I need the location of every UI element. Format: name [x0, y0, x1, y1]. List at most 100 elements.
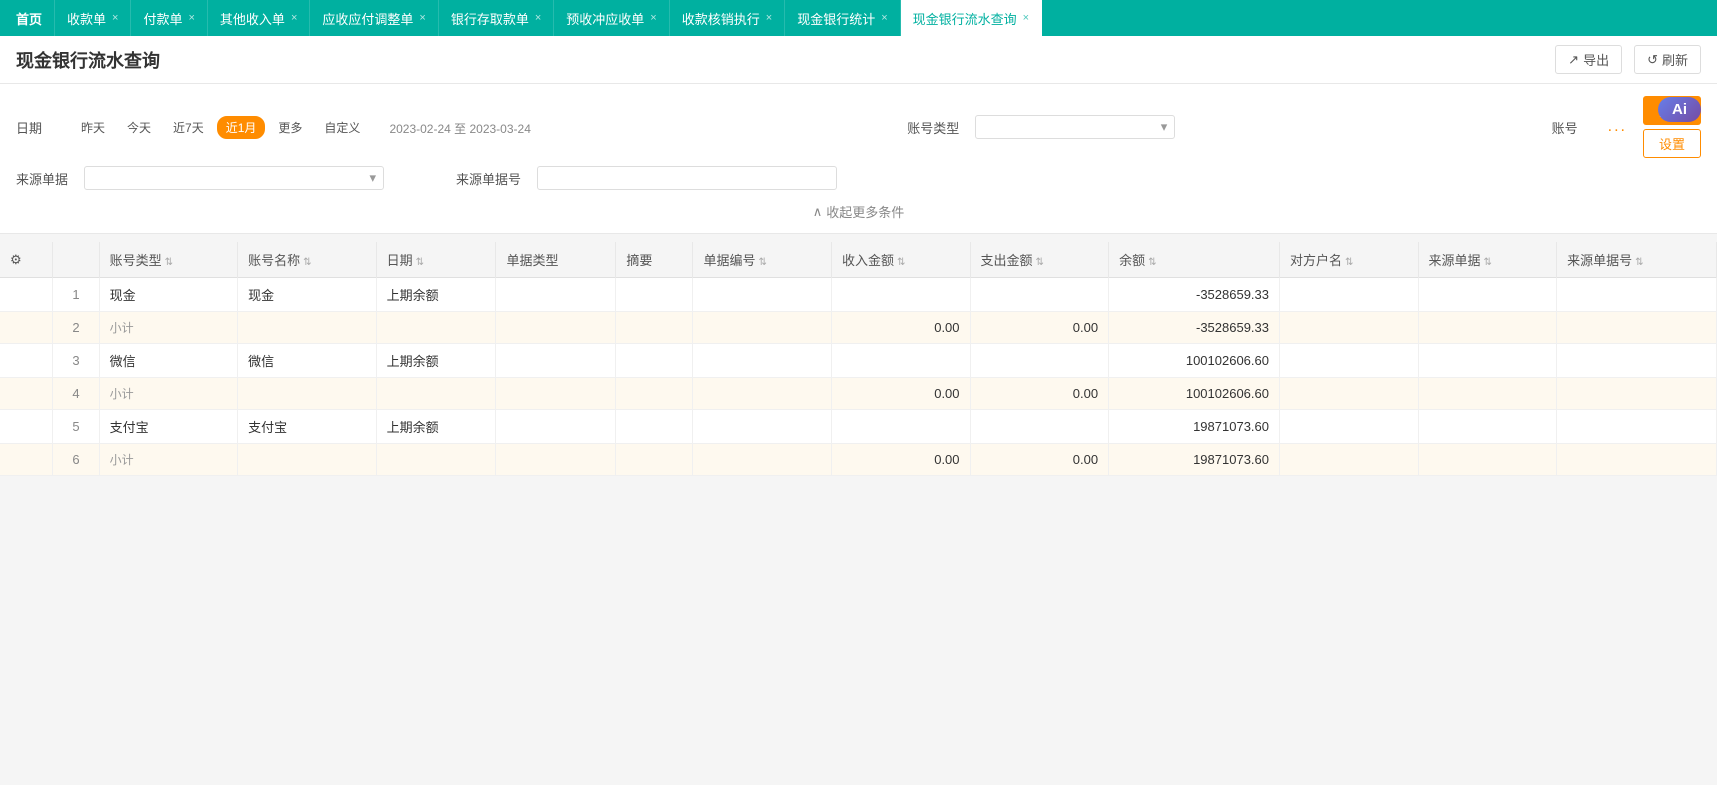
nav-close-other-income[interactable]: × — [291, 12, 297, 24]
date-btn-更多[interactable]: 更多 — [269, 116, 311, 139]
row-doc-no — [693, 312, 832, 344]
date-btn-近7天[interactable]: 近7天 — [164, 116, 213, 139]
nav-close-prepay-offset[interactable]: × — [650, 12, 656, 24]
row-balance: -3528659.33 — [1109, 312, 1280, 344]
row-source-doc — [1418, 312, 1557, 344]
col-expense[interactable]: 支出金额⇅ — [970, 242, 1109, 278]
sort-icon-doc_no: ⇅ — [758, 257, 766, 268]
table-row: 3微信微信上期余额100102606.60 — [0, 344, 1717, 378]
row-doc-no — [693, 344, 832, 378]
col-account_type[interactable]: 账号类型⇅ — [99, 242, 238, 278]
row-doc-no — [693, 278, 832, 312]
nav-close-ar-ap-adjust[interactable]: × — [419, 12, 425, 24]
row-account-name: 支付宝 — [238, 410, 377, 444]
filter-row-1: 日期 昨天今天近7天近1月更多自定义 2023-02-24 至 2023-03-… — [16, 96, 1701, 158]
account-type-select-wrap: 现金 微信 支付宝 — [975, 115, 1175, 139]
row-income: 0.00 — [832, 312, 971, 344]
row-doc-type — [496, 344, 616, 378]
nav-close-cash-bank-stat[interactable]: × — [881, 12, 887, 24]
row-source-doc — [1418, 378, 1557, 410]
col-source_doc_no[interactable]: 来源单据号⇅ — [1557, 242, 1717, 278]
row-doc-type — [496, 444, 616, 476]
date-btn-今天[interactable]: 今天 — [118, 116, 160, 139]
nav-item-bank-deposit[interactable]: 银行存取款单× — [439, 0, 554, 36]
row-counterparty — [1280, 344, 1419, 378]
sort-icon-income: ⇅ — [897, 257, 905, 268]
row-account-type: 微信 — [99, 344, 238, 378]
table-section: ⚙ 账号类型⇅账号名称⇅日期⇅单据类型摘要单据编号⇅收入金额⇅支出金额⇅余额⇅对方… — [0, 242, 1717, 476]
sort-icon-source_doc_no: ⇅ — [1635, 257, 1643, 268]
nav-item-cash-bank-stat[interactable]: 现金银行统计× — [785, 0, 900, 36]
source-doc-select[interactable] — [84, 166, 384, 190]
col-income[interactable]: 收入金额⇅ — [832, 242, 971, 278]
row-doc-type — [496, 378, 616, 410]
export-button[interactable]: ↗ 导出 — [1555, 45, 1622, 74]
row-date: 上期余额 — [376, 278, 496, 312]
account-dots-button[interactable]: ... — [1608, 118, 1627, 136]
row-source-doc-no — [1557, 278, 1717, 312]
row-expense — [970, 278, 1109, 312]
ai-badge[interactable]: Ai — [1658, 97, 1701, 122]
source-doc-no-input[interactable] — [537, 166, 837, 190]
refresh-button[interactable]: ↺ 刷新 — [1634, 45, 1701, 74]
collapse-button[interactable]: ∧ 收起更多条件 — [813, 202, 905, 221]
nav-close-receipt[interactable]: × — [112, 12, 118, 24]
col-account_name[interactable]: 账号名称⇅ — [238, 242, 377, 278]
col-index — [53, 242, 99, 278]
row-account-type: 支付宝 — [99, 410, 238, 444]
row-source-doc — [1418, 410, 1557, 444]
nav-item-payment[interactable]: 付款单× — [131, 0, 207, 36]
row-summary — [616, 344, 693, 378]
nav-item-receipt-verify[interactable]: 收款核销执行× — [670, 0, 785, 36]
source-doc-no-label: 来源单据号 — [456, 169, 521, 188]
filter-section: 日期 昨天今天近7天近1月更多自定义 2023-02-24 至 2023-03-… — [0, 84, 1717, 234]
account-type-select[interactable]: 现金 微信 支付宝 — [975, 115, 1175, 139]
row-doc-no — [693, 378, 832, 410]
col-counterparty[interactable]: 对方户名⇅ — [1280, 242, 1419, 278]
nav-item-ar-ap-adjust[interactable]: 应收应付调整单× — [310, 0, 438, 36]
row-source-doc-no — [1557, 410, 1717, 444]
row-income — [832, 344, 971, 378]
row-doc-type — [496, 410, 616, 444]
row-index: 3 — [53, 344, 99, 378]
nav-item-receipt[interactable]: 收款单× — [55, 0, 131, 36]
nav-close-cash-bank-flow[interactable]: × — [1023, 12, 1029, 24]
col-doc_no[interactable]: 单据编号⇅ — [693, 242, 832, 278]
col-balance[interactable]: 余额⇅ — [1109, 242, 1280, 278]
export-icon: ↗ — [1568, 52, 1579, 68]
nav-close-bank-deposit[interactable]: × — [535, 12, 541, 24]
nav-item-other-income[interactable]: 其他收入单× — [208, 0, 310, 36]
row-index: 5 — [53, 410, 99, 444]
sort-icon-source_doc: ⇅ — [1484, 257, 1492, 268]
col-doc_type: 单据类型 — [496, 242, 616, 278]
row-account-name — [238, 444, 377, 476]
table-row: 4小计0.000.00100102606.60 — [0, 378, 1717, 410]
table-row: 2小计0.000.00-3528659.33 — [0, 312, 1717, 344]
nav-item-prepay-offset[interactable]: 预收冲应收单× — [554, 0, 669, 36]
settings-button[interactable]: 设置 — [1643, 129, 1701, 158]
row-doc-no — [693, 410, 832, 444]
col-summary: 摘要 — [616, 242, 693, 278]
filter-row-2: 来源单据 来源单据号 — [16, 166, 1701, 190]
row-summary — [616, 378, 693, 410]
col-source_doc[interactable]: 来源单据⇅ — [1418, 242, 1557, 278]
row-index: 4 — [53, 378, 99, 410]
nav-item-home[interactable]: 首页 — [4, 0, 55, 36]
nav-close-payment[interactable]: × — [188, 12, 194, 24]
date-btn-昨天[interactable]: 昨天 — [72, 116, 114, 139]
col-settings: ⚙ — [0, 242, 53, 278]
col-date[interactable]: 日期⇅ — [376, 242, 496, 278]
sort-icon-expense: ⇅ — [1036, 257, 1044, 268]
nav-close-receipt-verify[interactable]: × — [766, 12, 772, 24]
date-btn-近1月[interactable]: 近1月 — [217, 116, 266, 139]
date-label: 日期 — [16, 118, 56, 137]
nav-item-cash-bank-flow[interactable]: 现金银行流水查询× — [901, 0, 1042, 36]
row-account-name — [238, 312, 377, 344]
row-source-doc-no — [1557, 312, 1717, 344]
page-header: 现金银行流水查询 ↗ 导出 ↺ 刷新 — [0, 36, 1717, 84]
date-btn-自定义[interactable]: 自定义 — [315, 116, 369, 139]
collapse-row: ∧ 收起更多条件 — [16, 198, 1701, 225]
row-date: 上期余额 — [376, 344, 496, 378]
top-nav: 首页收款单×付款单×其他收入单×应收应付调整单×银行存取款单×预收冲应收单×收款… — [0, 0, 1717, 36]
table-row: 1现金现金上期余额-3528659.33 — [0, 278, 1717, 312]
